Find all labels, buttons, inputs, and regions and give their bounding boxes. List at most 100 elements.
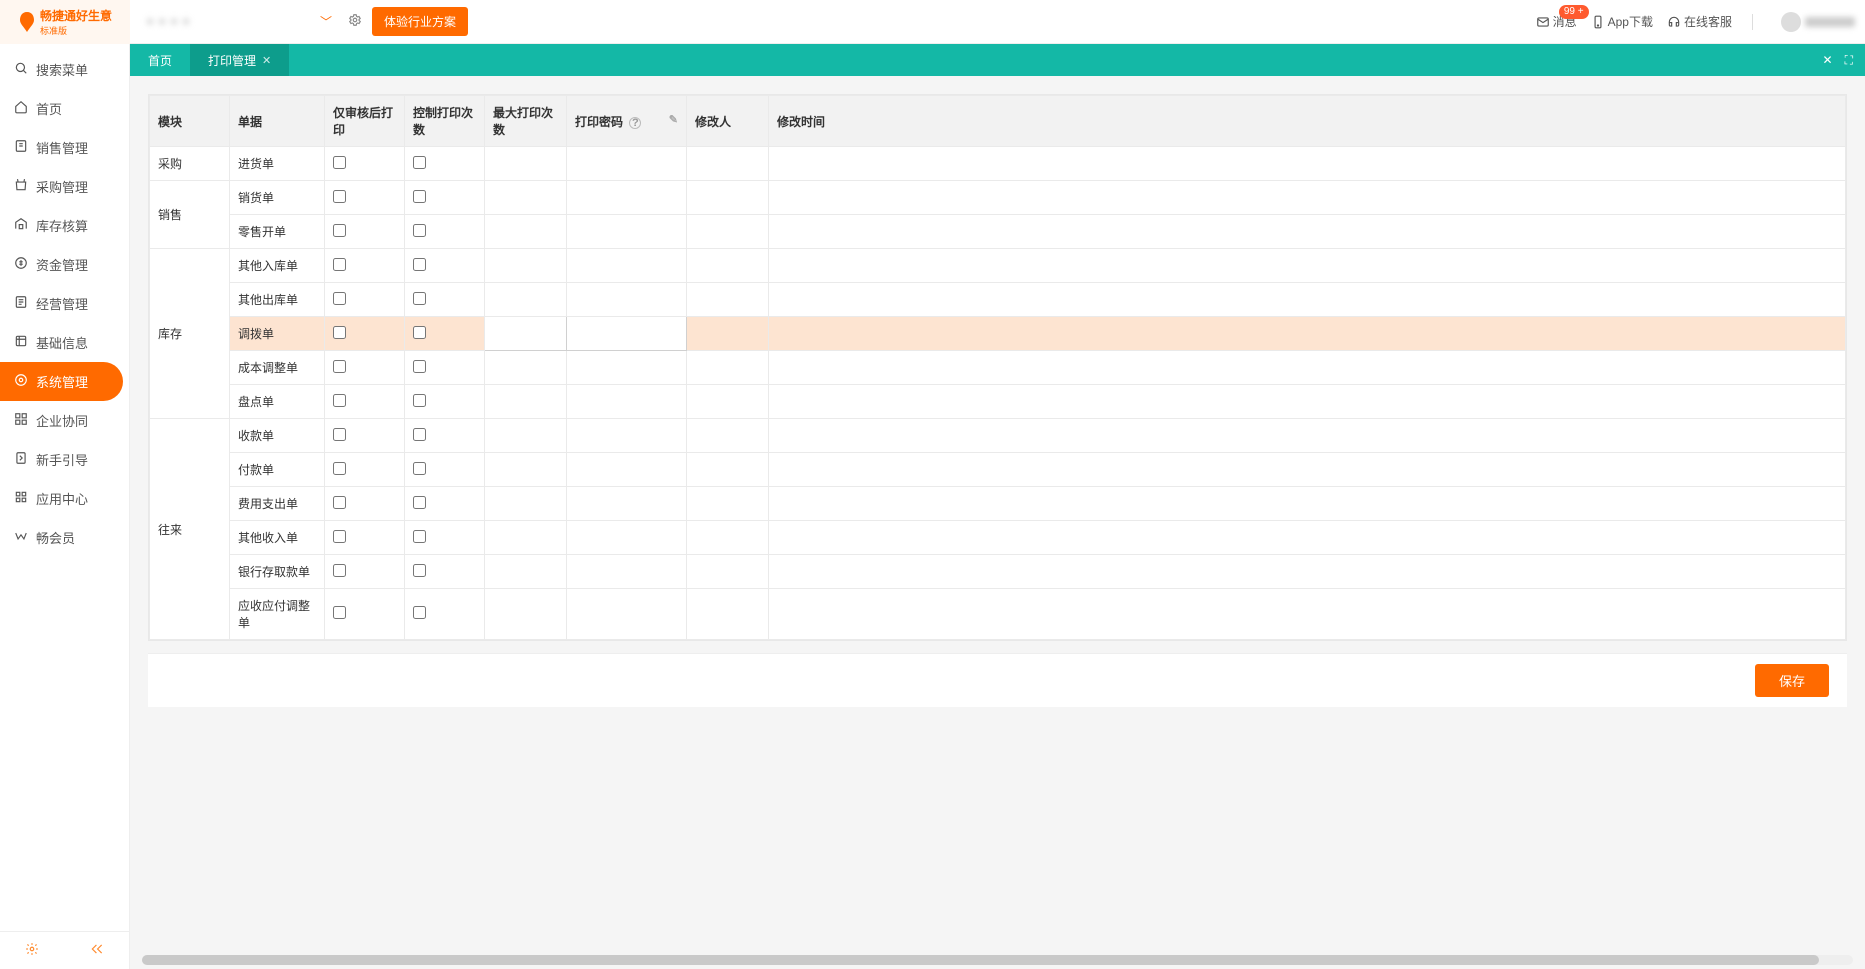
cell-pwd — [567, 147, 687, 181]
table-row: 库存其他入库单 — [150, 249, 1846, 283]
home-icon — [14, 100, 28, 117]
control-checkbox[interactable] — [413, 394, 426, 407]
tab-bar: 首页 打印管理 ✕ ✕ ⛶ — [130, 44, 1865, 76]
collapse-icon[interactable] — [90, 942, 104, 959]
sidebar-item-label: 库存核算 — [36, 216, 88, 235]
table-row: 成本调整单 — [150, 351, 1846, 385]
cell-module: 库存 — [150, 249, 230, 419]
top-link-messages[interactable]: 消息 99 + — [1536, 13, 1577, 30]
control-checkbox[interactable] — [413, 462, 426, 475]
control-checkbox[interactable] — [413, 292, 426, 305]
only-audit-checkbox[interactable] — [333, 606, 346, 619]
sidebar-item-search[interactable]: 搜索菜单 — [0, 50, 129, 89]
only-audit-checkbox[interactable] — [333, 564, 346, 577]
cell-mtime — [769, 181, 1846, 215]
only-audit-checkbox[interactable] — [333, 394, 346, 407]
cell-doc: 进货单 — [230, 147, 325, 181]
tab-home[interactable]: 首页 — [130, 44, 190, 76]
only-audit-checkbox[interactable] — [333, 258, 346, 271]
settings-icon[interactable] — [25, 942, 39, 959]
cell-modifier — [687, 283, 769, 317]
cell-control — [405, 215, 485, 249]
sidebar-item-sales[interactable]: 销售管理 — [0, 128, 129, 167]
sidebar-item-member[interactable]: 畅会员 — [0, 518, 129, 557]
cell-mtime — [769, 249, 1846, 283]
topbar: 畅捷通好生意 标准版 ＊＊＊＊ ﹀ 体验行业方案 消息 99 + App下载 — [0, 0, 1865, 44]
cell-mtime — [769, 385, 1846, 419]
cell-pwd[interactable] — [567, 317, 687, 351]
try-industry-button[interactable]: 体验行业方案 — [372, 7, 468, 36]
sidebar-item-purchase[interactable]: 采购管理 — [0, 167, 129, 206]
sidebar-item-corp[interactable]: 企业协同 — [0, 401, 129, 440]
tab-close-all-icon[interactable]: ✕ — [1823, 53, 1833, 68]
cell-max — [485, 521, 567, 555]
only-audit-checkbox[interactable] — [333, 156, 346, 169]
only-audit-checkbox[interactable] — [333, 360, 346, 373]
cell-doc: 收款单 — [230, 419, 325, 453]
sidebar-item-appcenter[interactable]: 应用中心 — [0, 479, 129, 518]
control-checkbox[interactable] — [413, 428, 426, 441]
control-checkbox[interactable] — [413, 258, 426, 271]
tab-label: 打印管理 — [208, 52, 256, 69]
sidebar-item-guide[interactable]: 新手引导 — [0, 440, 129, 479]
sidebar-item-base[interactable]: 基础信息 — [0, 323, 129, 362]
cell-only-audit — [325, 453, 405, 487]
only-audit-checkbox[interactable] — [333, 326, 346, 339]
sidebar-item-system[interactable]: 系统管理 — [0, 362, 123, 401]
control-checkbox[interactable] — [413, 496, 426, 509]
only-audit-checkbox[interactable] — [333, 462, 346, 475]
gear-icon[interactable] — [348, 13, 362, 30]
scrollbar-thumb[interactable] — [142, 955, 1819, 965]
avatar-icon — [1781, 12, 1801, 32]
table-row: 其他收入单 — [150, 521, 1846, 555]
cell-only-audit — [325, 351, 405, 385]
only-audit-checkbox[interactable] — [333, 190, 346, 203]
only-audit-checkbox[interactable] — [333, 428, 346, 441]
operate-icon — [14, 295, 28, 312]
fullscreen-icon[interactable]: ⛶ — [1845, 53, 1853, 68]
cell-modifier — [687, 215, 769, 249]
sidebar-item-label: 资金管理 — [36, 255, 88, 274]
sidebar-item-stock[interactable]: 库存核算 — [0, 206, 129, 245]
cell-only-audit — [325, 521, 405, 555]
control-checkbox[interactable] — [413, 564, 426, 577]
only-audit-checkbox[interactable] — [333, 496, 346, 509]
only-audit-checkbox[interactable] — [333, 292, 346, 305]
tab-print-manage[interactable]: 打印管理 ✕ — [190, 44, 289, 76]
edit-icon[interactable]: ✎ — [669, 113, 678, 126]
user-name — [1805, 17, 1855, 27]
save-button[interactable]: 保存 — [1755, 664, 1829, 697]
control-checkbox[interactable] — [413, 190, 426, 203]
org-selector[interactable]: ＊＊＊＊ ﹀ — [138, 8, 338, 36]
control-checkbox[interactable] — [413, 224, 426, 237]
col-module: 模块 — [150, 96, 230, 147]
cell-modifier — [687, 351, 769, 385]
system-icon — [14, 373, 28, 390]
only-audit-checkbox[interactable] — [333, 530, 346, 543]
cell-control — [405, 181, 485, 215]
horizontal-scrollbar[interactable] — [142, 955, 1853, 965]
sidebar-item-label: 应用中心 — [36, 489, 88, 508]
sidebar-item-operate[interactable]: 经营管理 — [0, 284, 129, 323]
control-checkbox[interactable] — [413, 530, 426, 543]
close-icon[interactable]: ✕ — [262, 54, 271, 67]
sidebar-item-fund[interactable]: 资金管理 — [0, 245, 129, 284]
cell-pwd — [567, 249, 687, 283]
help-icon[interactable]: ? — [629, 117, 641, 129]
control-checkbox[interactable] — [413, 606, 426, 619]
cell-pwd — [567, 555, 687, 589]
user-menu[interactable] — [1781, 12, 1855, 32]
cell-only-audit — [325, 249, 405, 283]
top-link-support[interactable]: 在线客服 — [1667, 13, 1732, 30]
top-link-app[interactable]: App下载 — [1591, 13, 1653, 30]
table-row: 采购进货单 — [150, 147, 1846, 181]
control-checkbox[interactable] — [413, 326, 426, 339]
brand-sub: 标准版 — [40, 24, 112, 37]
control-checkbox[interactable] — [413, 156, 426, 169]
control-checkbox[interactable] — [413, 360, 426, 373]
sidebar-item-home[interactable]: 首页 — [0, 89, 129, 128]
cell-max[interactable] — [485, 317, 567, 351]
cell-doc: 零售开单 — [230, 215, 325, 249]
only-audit-checkbox[interactable] — [333, 224, 346, 237]
table-row: 费用支出单 — [150, 487, 1846, 521]
